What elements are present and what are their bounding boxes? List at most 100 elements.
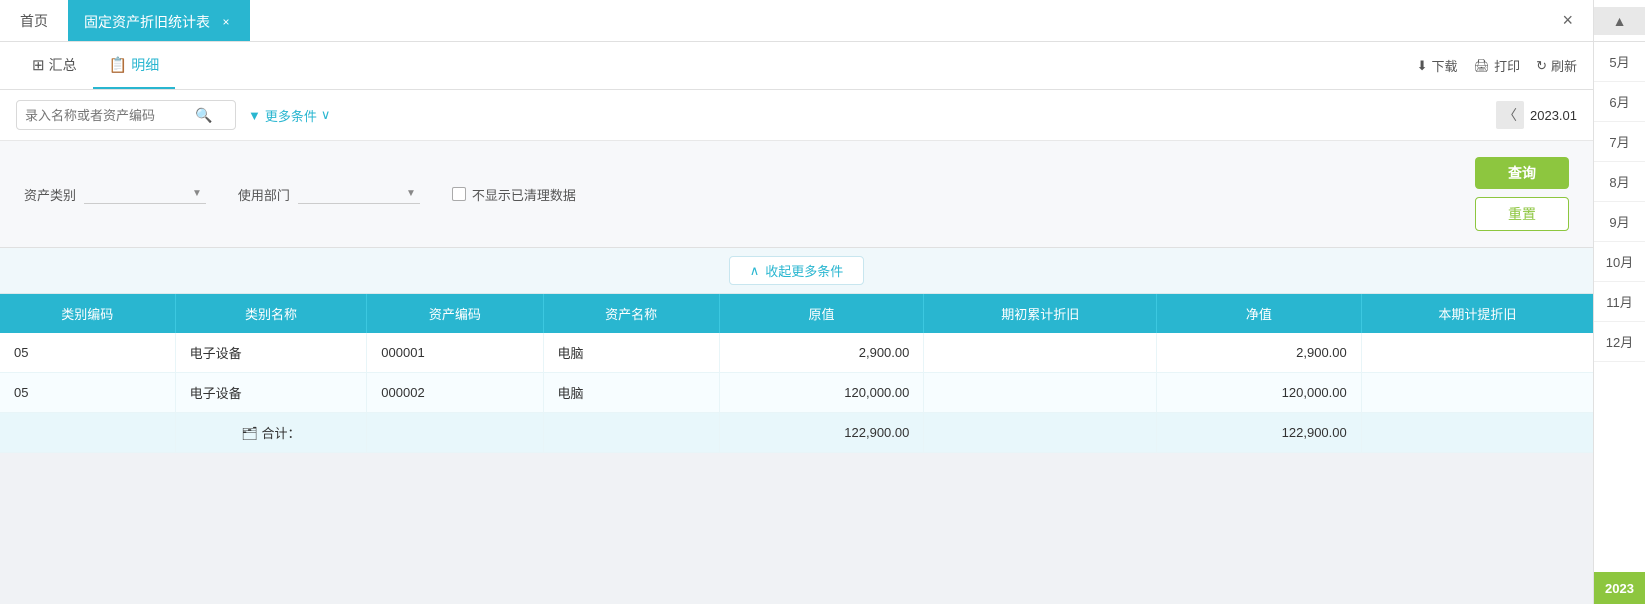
filter-action-buttons: 查询 重置 <box>1475 157 1569 231</box>
table-row: 05电子设备000001电脑2,900.002,900.00 <box>0 333 1593 373</box>
more-conditions-label: 更多条件 <box>265 106 317 125</box>
tab-detail[interactable]: 📋 明细 <box>93 42 176 89</box>
table-cell <box>924 373 1157 413</box>
collapse-button[interactable]: ∧ 收起更多条件 <box>729 256 865 285</box>
collapse-bar: ∧ 收起更多条件 <box>0 248 1593 294</box>
total-cell <box>1361 413 1593 453</box>
more-conditions-button[interactable]: ▼ 更多条件 ∨ <box>248 106 330 125</box>
month-list: 5月6月7月8月9月10月11月12月 <box>1594 42 1645 572</box>
right-month-panel: ▲ 5月6月7月8月9月10月11月12月 2023 <box>1593 0 1645 604</box>
col-accum-depreciation: 期初累计折旧 <box>924 294 1157 333</box>
search-input-wrap[interactable]: 🔍 <box>16 100 236 130</box>
top-nav: 首页 固定资产折旧统计表 × × <box>0 0 1593 42</box>
reset-button[interactable]: 重置 <box>1475 197 1569 231</box>
download-label: 下载 <box>1432 56 1458 75</box>
search-input[interactable] <box>25 108 195 123</box>
total-cell: 🗂 合计： <box>175 413 367 453</box>
window-close-icon[interactable]: × <box>1554 10 1581 31</box>
data-table-wrap: 类别编码 类别名称 资产编码 资产名称 原值 期初累计折旧 净值 本期计提折旧 … <box>0 294 1593 453</box>
period-prev-button[interactable]: 〈 <box>1496 101 1524 129</box>
year-badge: 2023 <box>1594 572 1645 604</box>
tab-label: 固定资产折旧统计表 <box>84 12 210 32</box>
print-label: 打印 <box>1494 56 1520 75</box>
tab-detail-label: 明细 <box>131 55 159 75</box>
table-cell: 电子设备 <box>175 333 367 373</box>
total-cell <box>367 413 543 453</box>
toolbar-actions: ⬇ 下载 🖨 打印 ↻ 刷新 <box>1417 56 1577 75</box>
department-select[interactable]: ▼ <box>298 184 420 204</box>
month-item[interactable]: 7月 <box>1594 122 1645 162</box>
download-icon: ⬇ <box>1417 58 1428 74</box>
query-button[interactable]: 查询 <box>1475 157 1569 189</box>
col-original-value: 原值 <box>719 294 924 333</box>
tab-summary[interactable]: ⊞ 汇总 <box>16 42 93 89</box>
month-item[interactable]: 11月 <box>1594 282 1645 322</box>
table-cell <box>1361 333 1593 373</box>
collapse-icon: ∧ <box>750 263 760 279</box>
col-net-value: 净值 <box>1157 294 1362 333</box>
table-cell: 05 <box>0 373 175 413</box>
col-cat-name: 类别名称 <box>175 294 367 333</box>
total-cell: 122,900.00 <box>1157 413 1362 453</box>
col-asset-name: 资产名称 <box>543 294 719 333</box>
department-arrow: ▼ <box>406 188 416 199</box>
col-period-depreciation: 本期计提折旧 <box>1361 294 1593 333</box>
month-item[interactable]: 12月 <box>1594 322 1645 362</box>
active-tab[interactable]: 固定资产折旧统计表 × <box>68 0 250 41</box>
department-label: 使用部门 <box>238 185 290 204</box>
asset-category-field: 资产类别 ▼ <box>24 184 206 204</box>
month-item[interactable]: 5月 <box>1594 42 1645 82</box>
download-button[interactable]: ⬇ 下载 <box>1417 56 1458 75</box>
month-item[interactable]: 8月 <box>1594 162 1645 202</box>
table-cell: 120,000.00 <box>719 373 924 413</box>
top-nav-right: × <box>1554 10 1593 31</box>
table-body: 05电子设备000001电脑2,900.002,900.0005电子设备0000… <box>0 333 1593 453</box>
table-cell: 000002 <box>367 373 543 413</box>
exclude-cleared-checkbox[interactable] <box>452 187 466 201</box>
table-cell: 000001 <box>367 333 543 373</box>
total-cell <box>0 413 175 453</box>
table-cell: 2,900.00 <box>719 333 924 373</box>
table-header-row: 类别编码 类别名称 资产编码 资产名称 原值 期初累计折旧 净值 本期计提折旧 <box>0 294 1593 333</box>
department-field: 使用部门 ▼ <box>238 184 420 204</box>
tab-summary-label: 汇总 <box>49 55 77 75</box>
total-row: 🗂 合计： 122,900.00 122,900.00 <box>0 413 1593 453</box>
table-cell: 电脑 <box>543 373 719 413</box>
col-asset-code: 资产编码 <box>367 294 543 333</box>
asset-category-arrow: ▼ <box>192 188 202 199</box>
collapse-label: 收起更多条件 <box>765 261 843 280</box>
print-button[interactable]: 🖨 打印 <box>1474 56 1521 75</box>
summary-icon: ⊞ <box>32 56 45 74</box>
table-row: 05电子设备000002电脑120,000.00120,000.00 <box>0 373 1593 413</box>
right-panel-top: ▲ <box>1594 0 1645 42</box>
table-cell <box>924 333 1157 373</box>
refresh-button[interactable]: ↻ 刷新 <box>1536 56 1577 75</box>
month-item[interactable]: 6月 <box>1594 82 1645 122</box>
table-cell: 电脑 <box>543 333 719 373</box>
secondary-toolbar: ⊞ 汇总 📋 明细 ⬇ 下载 🖨 打印 ↻ 刷新 <box>0 42 1593 90</box>
table-cell: 电子设备 <box>175 373 367 413</box>
month-item[interactable]: 10月 <box>1594 242 1645 282</box>
filter-bar: 🔍 ▼ 更多条件 ∨ 〈 2023.01 <box>0 90 1593 141</box>
month-item[interactable]: 9月 <box>1594 202 1645 242</box>
month-scroll-up[interactable]: ▲ <box>1594 7 1645 35</box>
table-cell: 05 <box>0 333 175 373</box>
asset-category-label: 资产类别 <box>24 185 76 204</box>
tab-close-icon[interactable]: × <box>218 14 234 30</box>
period-label: 2023.01 <box>1530 108 1577 123</box>
total-cell <box>543 413 719 453</box>
table-cell <box>1361 373 1593 413</box>
home-nav-item[interactable]: 首页 <box>0 0 68 41</box>
exclude-cleared-field: 不显示已清理数据 <box>452 185 576 204</box>
asset-category-select[interactable]: ▼ <box>84 184 206 204</box>
total-cell <box>924 413 1157 453</box>
table-cell: 120,000.00 <box>1157 373 1362 413</box>
search-icon: 🔍 <box>195 107 212 124</box>
filter-icon: ▼ <box>248 108 261 123</box>
table-cell: 2,900.00 <box>1157 333 1362 373</box>
filter-bar-right: 〈 2023.01 <box>1496 101 1577 129</box>
total-cell: 122,900.00 <box>719 413 924 453</box>
advanced-filter: 资产类别 ▼ 使用部门 ▼ 不显示已清理数据 查询 重置 <box>0 141 1593 248</box>
print-icon: 🖨 <box>1474 58 1491 74</box>
exclude-cleared-label: 不显示已清理数据 <box>472 185 576 204</box>
